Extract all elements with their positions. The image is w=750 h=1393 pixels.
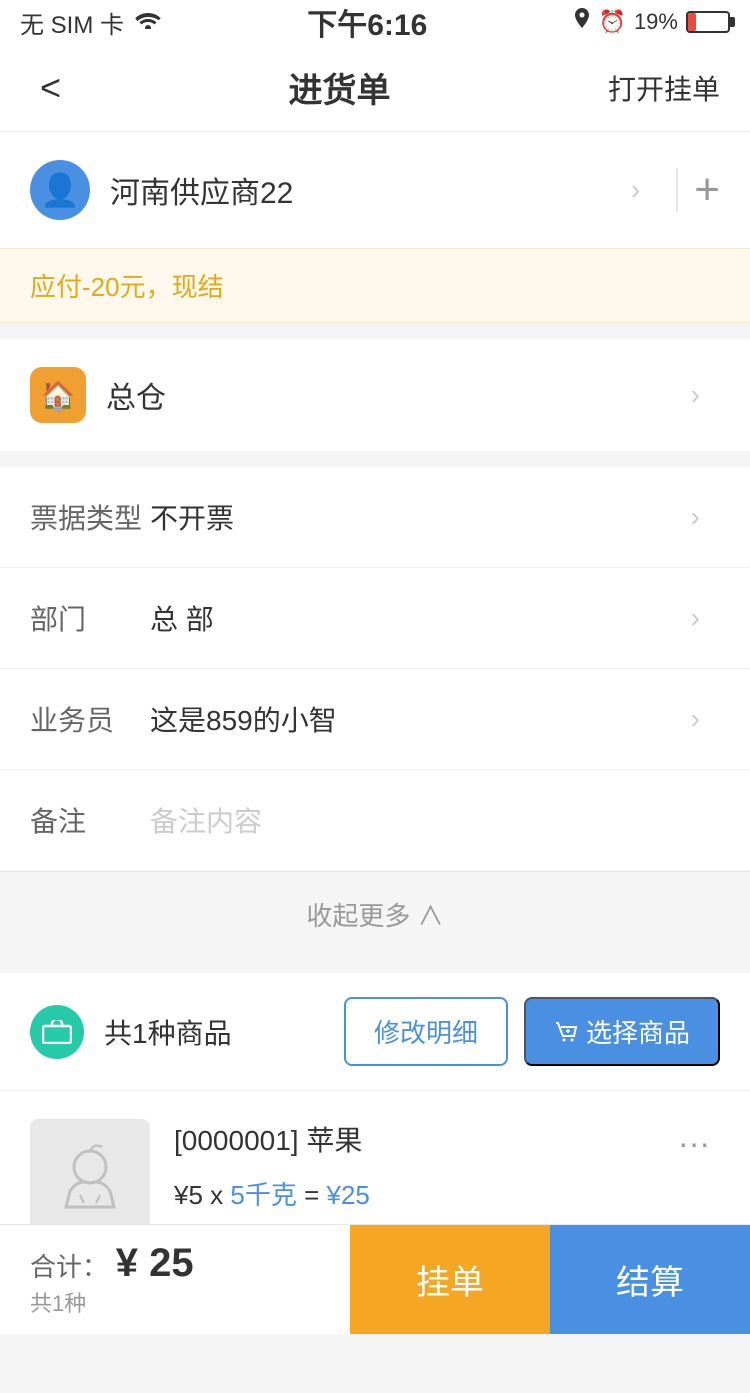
form-section: 票据类型 不开票 › 部门 总 部 › 业务员 这是859的小智 › 备注 备注… [0,467,750,957]
department-value: 总 部 [150,598,691,638]
products-count: 共1种商品 [104,1012,344,1052]
product-name: [0000001] 苹果 [174,1119,668,1159]
chevron-right-icon: › [631,174,640,206]
status-time: 下午6:16 [307,0,427,44]
location-icon [573,8,591,36]
warehouse-row[interactable]: 🏠 总仓 › [0,339,750,451]
supplier-name: 河南供应商22 [110,168,631,212]
open-pending-button[interactable]: 打开挂单 [608,68,720,108]
battery-icon [686,11,730,33]
back-button[interactable]: < [30,57,71,119]
footer: 合计： ¥ 25 共1种 挂单 结算 [0,1224,750,1334]
edit-detail-button[interactable]: 修改明细 [344,997,508,1066]
multiply-sign: x [210,1180,230,1210]
supplier-row[interactable]: 👤 河南供应商22 › + [0,132,750,248]
wifi-icon [134,8,162,36]
total-amount: ¥ 25 [116,1241,194,1285]
notice-banner: 应付-20元，现结 [0,248,750,323]
status-right: ⏰ 19% [573,8,730,36]
salesperson-label: 业务员 [30,699,150,739]
product-title: 苹果 [306,1125,362,1156]
product-price: ¥5 x 5千克 = ¥25 [174,1175,668,1212]
remark-value: 备注内容 [150,800,720,840]
supplier-section: 👤 河南供应商22 › + 应付-20元，现结 [0,132,750,323]
products-icon [30,1005,84,1059]
total-count: 共1种 [30,1286,320,1318]
unit-price: ¥5 [174,1180,203,1210]
chevron-right-icon: › [691,501,700,533]
total-label: 合计： [30,1252,108,1282]
product-code: [0000001] [174,1125,299,1156]
total-row: 合计： ¥ 25 [30,1241,320,1286]
chevron-right-icon: › [691,602,700,634]
footer-total: 合计： ¥ 25 共1种 [0,1241,350,1318]
page-title: 进货单 [289,63,391,112]
salesperson-value: 这是859的小智 [150,699,691,739]
select-product-button[interactable]: 选择商品 [524,997,720,1066]
product-placeholder-icon [50,1139,130,1219]
product-thumbnail [30,1119,150,1239]
user-icon: 👤 [40,171,80,209]
invoice-type-row[interactable]: 票据类型 不开票 › [0,467,750,568]
department-label: 部门 [30,598,150,638]
supplier-avatar: 👤 [30,160,90,220]
warehouse-icon: 🏠 [30,367,86,423]
department-row[interactable]: 部门 总 部 › [0,568,750,669]
checkout-button[interactable]: 结算 [550,1225,750,1334]
hang-button[interactable]: 挂单 [350,1225,550,1334]
invoice-type-value: 不开票 [150,497,691,537]
product-info: [0000001] 苹果 ¥5 x 5千克 = ¥25 [174,1119,668,1212]
chevron-right-icon: › [691,703,700,735]
invoice-type-label: 票据类型 [30,497,150,537]
select-product-label: 选择商品 [586,1013,690,1050]
remark-row[interactable]: 备注 备注内容 [0,770,750,871]
chevron-right-icon: › [691,379,700,411]
status-left: 无 SIM 卡 [20,5,162,40]
collapse-button[interactable]: 收起更多 ∧ [0,871,750,957]
products-section: 共1种商品 修改明细 选择商品 [0000001] 苹果 [0,973,750,1267]
total-price: ¥25 [327,1180,370,1210]
carrier-text: 无 SIM 卡 [20,5,124,40]
equals-sign: = [304,1180,326,1210]
status-bar: 无 SIM 卡 下午6:16 ⏰ 19% [0,0,750,44]
cart-icon [554,1020,578,1044]
products-header: 共1种商品 修改明细 选择商品 [0,973,750,1091]
battery-text: 19% [634,9,678,35]
alarm-icon: ⏰ [599,9,626,35]
divider [676,168,678,212]
warehouse-section: 🏠 总仓 › [0,339,750,451]
add-supplier-button[interactable]: + [694,165,720,215]
quantity: 5千克 [230,1180,296,1210]
more-options-button[interactable]: ··· [668,1119,720,1168]
nav-bar: < 进货单 打开挂单 [0,44,750,132]
remark-label: 备注 [30,800,150,840]
warehouse-name: 总仓 [106,373,691,417]
salesperson-row[interactable]: 业务员 这是859的小智 › [0,669,750,770]
